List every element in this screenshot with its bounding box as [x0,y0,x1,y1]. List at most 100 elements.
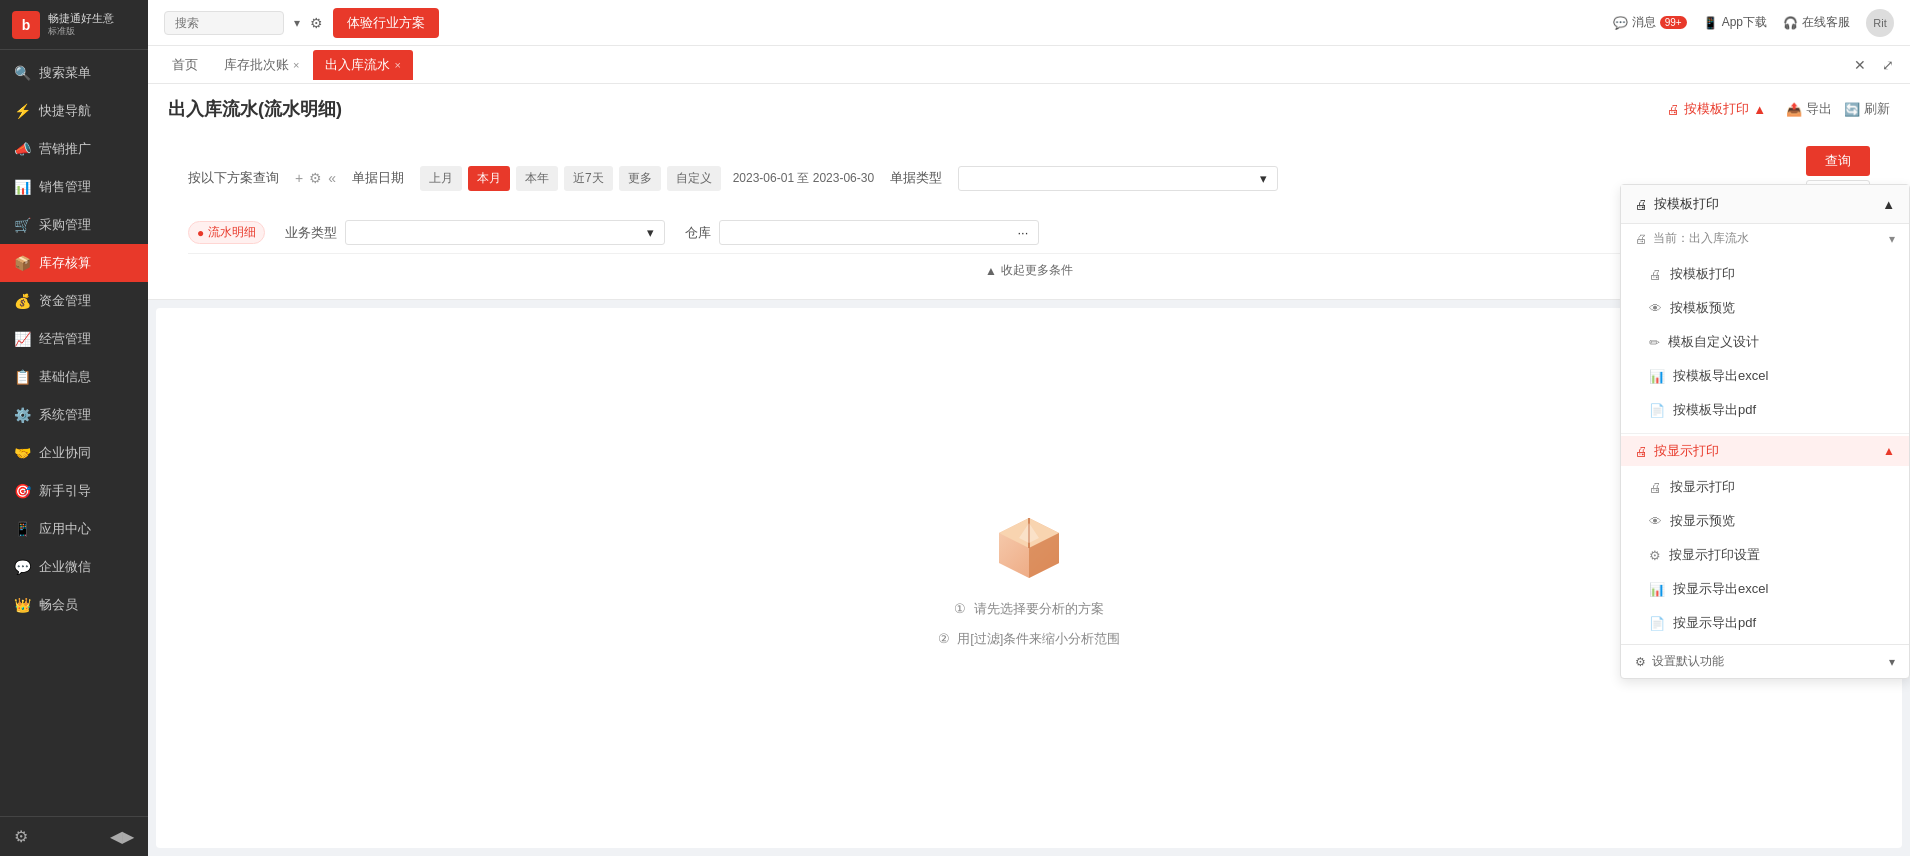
filter-group-tag: ● 流水明细 [188,221,265,244]
search-icon: 🔍 [14,65,31,81]
page-area: 出入库流水(流水明细) 🖨 按模板打印 ▲ 📤 导出 🔄 刷新 [148,84,1910,856]
sidebar-item-label: 经营管理 [39,330,91,348]
tabs-bar: 首页 库存批次账 × 出入库流水 × ✕ ⤢ [148,46,1910,84]
settings-footer-icon[interactable]: ⚙ [14,827,28,846]
template-export-excel-item[interactable]: 📊 按模板导出excel [1621,359,1909,393]
display-export-pdf-item[interactable]: 📄 按显示导出pdf [1621,606,1909,640]
print-dropdown-panel: 🖨 按模板打印 ▲ 🖨 当前：出入库流水 ▾ 🖨 按模板打印 👁 按模板预览 [1620,184,1910,679]
date-current-year-btn[interactable]: 本年 [516,166,558,191]
date-more-btn[interactable]: 更多 [619,166,661,191]
header-dropdown-arrow[interactable]: ▾ [294,16,300,30]
app-download-icon: 📱 [1703,16,1718,30]
flow-detail-tag[interactable]: ● 流水明细 [188,221,265,244]
message-item[interactable]: 💬 消息 99+ [1613,14,1687,31]
sidebar-item-operations[interactable]: 📈 经营管理 [0,320,148,358]
date-current-month-btn[interactable]: 本月 [468,166,510,191]
headset-icon: 🎧 [1783,16,1798,30]
tab-close-all-icon[interactable]: ✕ [1850,53,1870,77]
template-export-pdf-item[interactable]: 📄 按模板导出pdf [1621,393,1909,427]
query-button[interactable]: 查询 [1806,146,1870,176]
user-avatar: Rit [1866,9,1894,37]
business-type-label: 业务类型 [285,224,337,242]
sidebar-item-inventory[interactable]: 📦 库存核算 [0,244,148,282]
sidebar-item-basic[interactable]: 📋 基础信息 [0,358,148,396]
print-button[interactable]: 🖨 按模板打印 ▲ [1659,96,1774,122]
sidebar-item-label: 快捷导航 [39,102,91,120]
date-last-7-days-btn[interactable]: 近7天 [564,166,613,191]
basic-icon: 📋 [14,369,31,385]
sidebar-item-label: 搜索菜单 [39,64,91,82]
display-export-excel-item[interactable]: 📊 按显示导出excel [1621,572,1909,606]
sidebar-item-label: 销售管理 [39,178,91,196]
template-print-item[interactable]: 🖨 按模板打印 [1621,257,1909,291]
sidebar-item-marketing[interactable]: 📣 营销推广 [0,130,148,168]
sidebar-item-label: 资金管理 [39,292,91,310]
tab-batch-account[interactable]: 库存批次账 × [212,50,311,80]
business-type-dropdown-arrow: ▾ [647,225,654,240]
template-custom-design-item[interactable]: ✏ 模板自定义设计 [1621,325,1909,359]
empty-state-icon [989,508,1069,588]
collapse-more-btn[interactable]: ▲ 收起更多条件 [188,253,1870,287]
header-gear-icon[interactable]: ⚙ [310,15,323,31]
display-excel-icon: 📊 [1649,582,1665,597]
display-print-section-header[interactable]: 🖨 按显示打印 ▲ [1621,436,1909,466]
sidebar-item-finance[interactable]: 💰 资金管理 [0,282,148,320]
sidebar-item-quick-nav[interactable]: ⚡ 快捷导航 [0,92,148,130]
filter-collapse-button[interactable]: « [328,170,336,186]
template-preview-item[interactable]: 👁 按模板预览 [1621,291,1909,325]
dropdown-header[interactable]: 🖨 按模板打印 ▲ [1621,185,1909,224]
sidebar-item-system[interactable]: ⚙️ 系统管理 [0,396,148,434]
filter-actions: + ⚙ « [295,170,336,186]
template-custom-icon: ✏ [1649,335,1660,350]
collapse-sidebar-icon[interactable]: ◀▶ [110,827,134,846]
sidebar-nav: 🔍 搜索菜单 ⚡ 快捷导航 📣 营销推广 📊 销售管理 🛒 采购管理 📦 库存核… [0,50,148,816]
refresh-button[interactable]: 🔄 刷新 [1844,100,1890,118]
display-print-settings-item[interactable]: ⚙ 按显示打印设置 [1621,538,1909,572]
app-download-item[interactable]: 📱 App下载 [1703,14,1767,31]
tab-expand-icon[interactable]: ⤢ [1878,53,1898,77]
sidebar-item-purchase[interactable]: 🛒 采购管理 [0,206,148,244]
filter-setting-button[interactable]: ⚙ [309,170,322,186]
sidebar-item-wechat[interactable]: 💬 企业微信 [0,548,148,586]
system-icon: ⚙️ [14,407,31,423]
sidebar-item-app-center[interactable]: 📱 应用中心 [0,510,148,548]
export-button[interactable]: 📤 导出 [1786,100,1832,118]
inventory-icon: 📦 [14,255,31,271]
business-type-select[interactable]: ▾ [345,220,665,245]
display-export-excel-label: 按显示导出excel [1673,580,1768,598]
logo-text: 畅捷通好生意 [48,11,114,25]
quick-nav-icon: ⚡ [14,103,31,119]
sidebar-item-label: 采购管理 [39,216,91,234]
page-title-row: 出入库流水(流水明细) 🖨 按模板打印 ▲ 📤 导出 🔄 刷新 [168,96,1890,122]
sidebar-item-label: 系统管理 [39,406,91,424]
dropdown-footer[interactable]: ⚙ 设置默认功能 ▾ [1621,644,1909,678]
tab-home[interactable]: 首页 [160,50,210,80]
sidebar-item-member[interactable]: 👑 畅会员 [0,586,148,624]
online-service-item[interactable]: 🎧 在线客服 [1783,14,1850,31]
filter-add-button[interactable]: + [295,170,303,186]
doc-type-select[interactable]: ▾ [958,166,1278,191]
warehouse-select[interactable]: ··· [719,220,1039,245]
date-custom-btn[interactable]: 自定义 [667,166,721,191]
tab-in-out-flow[interactable]: 出入库流水 × [313,50,412,80]
tab-in-out-flow-label: 出入库流水 [325,56,390,74]
print-label: 按模板打印 [1684,100,1749,118]
display-preview-item[interactable]: 👁 按显示预览 [1621,504,1909,538]
dropdown-header-arrow: ▲ [1882,197,1895,212]
user-avatar-item[interactable]: Rit [1866,9,1894,37]
tab-batch-account-close[interactable]: × [293,59,299,71]
header-search-input[interactable] [164,11,284,35]
operations-icon: 📈 [14,331,31,347]
display-print-section-label: 🖨 按显示打印 [1635,442,1719,460]
sidebar-item-sales[interactable]: 📊 销售管理 [0,168,148,206]
sidebar-item-enterprise[interactable]: 🤝 企业协同 [0,434,148,472]
trial-button[interactable]: 体验行业方案 [333,8,439,38]
sidebar-item-search[interactable]: 🔍 搜索菜单 [0,54,148,92]
sidebar-item-guide[interactable]: 🎯 新手引导 [0,472,148,510]
filter-row-1: 按以下方案查询 + ⚙ « 单据日期 上月 本月 本年 近7天 更多 自定义 [188,146,1870,210]
date-prev-month-btn[interactable]: 上月 [420,166,462,191]
page-actions: 🖨 按模板打印 ▲ 📤 导出 🔄 刷新 [1659,96,1890,122]
tab-in-out-flow-close[interactable]: × [394,59,400,71]
sales-icon: 📊 [14,179,31,195]
display-print-item[interactable]: 🖨 按显示打印 [1621,470,1909,504]
